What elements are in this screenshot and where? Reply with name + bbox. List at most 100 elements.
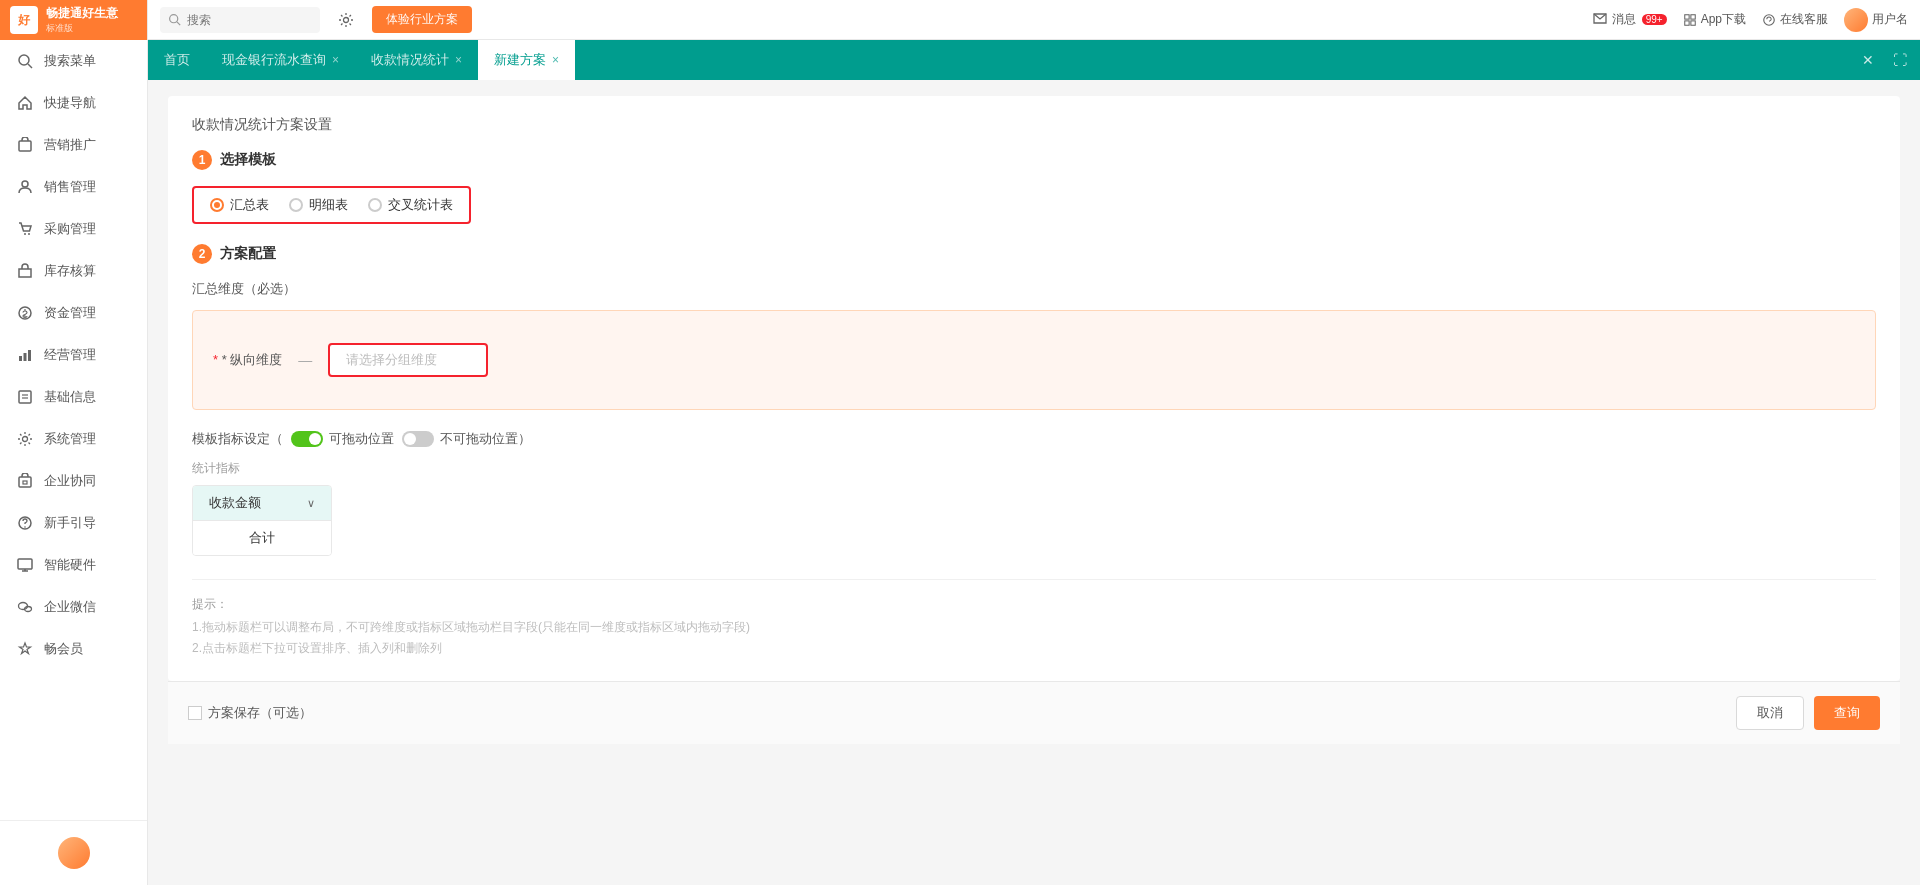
toggle-non-draggable[interactable]: 不可拖动位置） <box>402 430 531 448</box>
radio-summary-label: 汇总表 <box>230 196 269 214</box>
toggle-off-switch[interactable] <box>402 431 434 447</box>
tab-bank-flow[interactable]: 现金银行流水查询 × <box>206 40 355 80</box>
user-avatar-area[interactable] <box>0 829 147 877</box>
query-button[interactable]: 查询 <box>1814 696 1880 730</box>
sidebar-label-guide: 新手引导 <box>44 514 96 532</box>
tab-bank-flow-label: 现金银行流水查询 <box>222 51 326 69</box>
tab-expand-icon[interactable]: ⛶ <box>1888 48 1912 72</box>
user-name-item[interactable]: 用户名 <box>1844 8 1908 32</box>
radio-summary-circle <box>210 198 224 212</box>
toggle-on-switch[interactable] <box>291 431 323 447</box>
sidebar-item-enterprise[interactable]: 企业协同 <box>0 460 147 502</box>
indicator-col-header[interactable]: 收款金额 ∨ <box>193 486 331 521</box>
search-menu-icon <box>16 52 34 70</box>
indicator-table-area: 统计指标 收款金额 ∨ 合计 <box>192 460 1876 559</box>
svg-point-3 <box>22 181 28 187</box>
svg-rect-19 <box>18 559 32 569</box>
sidebar-item-hardware[interactable]: 智能硬件 <box>0 544 147 586</box>
svg-rect-15 <box>19 477 31 487</box>
indicator-title-prefix: 模板指标设定（ <box>192 430 283 448</box>
tab-new-plan[interactable]: 新建方案 × <box>478 40 575 80</box>
sidebar-label-system: 系统管理 <box>44 430 96 448</box>
tab-new-plan-close[interactable]: × <box>552 53 559 67</box>
topbar-avatar <box>1844 8 1868 32</box>
sidebar-item-inventory[interactable]: 库存核算 <box>0 250 147 292</box>
svg-point-14 <box>23 437 28 442</box>
vertical-label-text: * 纵向维度 <box>222 352 283 367</box>
sidebar-item-search-menu[interactable]: 搜索菜单 <box>0 40 147 82</box>
col-dropdown-arrow-icon[interactable]: ∨ <box>307 497 315 510</box>
dimension-placeholder: 请选择分组维度 <box>346 352 437 367</box>
app-download-item[interactable]: App下载 <box>1683 11 1746 28</box>
svg-rect-9 <box>24 353 27 361</box>
vertical-dimension-label: * * 纵向维度 <box>213 351 282 369</box>
section1-num: 1 <box>192 150 212 170</box>
radio-detail-circle <box>289 198 303 212</box>
radio-cross-circle <box>368 198 382 212</box>
cancel-button[interactable]: 取消 <box>1736 696 1804 730</box>
radio-summary[interactable]: 汇总表 <box>210 196 269 214</box>
sidebar-item-system[interactable]: 系统管理 <box>0 418 147 460</box>
section2-num: 2 <box>192 244 212 264</box>
system-icon <box>16 430 34 448</box>
sidebar-bottom <box>0 820 147 885</box>
tab-home[interactable]: 首页 <box>148 40 206 80</box>
svg-point-0 <box>19 55 29 65</box>
tab-bank-flow-close[interactable]: × <box>332 53 339 67</box>
tabbar: 首页 现金银行流水查询 × 收款情况统计 × 新建方案 × ✕ ⛶ <box>148 40 1920 80</box>
tips-title: 提示： <box>192 596 1876 613</box>
svg-rect-16 <box>23 481 27 484</box>
operations-icon <box>16 346 34 364</box>
save-check[interactable]: 方案保存（可选） <box>188 704 312 722</box>
logo-icon: 好 <box>10 6 38 34</box>
tab-receipt-stats[interactable]: 收款情况统计 × <box>355 40 478 80</box>
tips-section: 提示： 1.拖动标题栏可以调整布局，不可跨维度或指标区域拖动栏目字段(只能在同一… <box>192 579 1876 657</box>
sidebar-item-guide[interactable]: 新手引导 <box>0 502 147 544</box>
sidebar-item-purchase[interactable]: 采购管理 <box>0 208 147 250</box>
sidebar-item-sales[interactable]: 销售管理 <box>0 166 147 208</box>
dimension-select[interactable]: 请选择分组维度 <box>328 343 488 377</box>
sidebar-label-finance: 资金管理 <box>44 304 96 322</box>
toggle-on-label: 可拖动位置 <box>329 430 394 448</box>
industry-plan-button[interactable]: 体验行业方案 <box>372 6 472 33</box>
radio-cross-label: 交叉统计表 <box>388 196 453 214</box>
toggle-draggable[interactable]: 可拖动位置 <box>291 430 394 448</box>
sidebar-item-basic-info[interactable]: 基础信息 <box>0 376 147 418</box>
search-input[interactable] <box>187 13 307 27</box>
topbar-search[interactable] <box>160 7 320 33</box>
indicator-table: 收款金额 ∨ 合计 <box>192 485 332 556</box>
svg-rect-10 <box>28 350 31 361</box>
col-body-text: 合计 <box>249 530 275 545</box>
tab-home-label: 首页 <box>164 51 190 69</box>
save-checkbox[interactable] <box>188 706 202 720</box>
svg-point-18 <box>24 526 26 528</box>
template-radio-group: 汇总表 明细表 交叉统计表 <box>192 186 471 224</box>
tabbar-actions: ✕ ⛶ <box>1856 40 1920 80</box>
logo-text: 畅捷通好生意 <box>46 5 118 22</box>
radio-detail[interactable]: 明细表 <box>289 196 348 214</box>
tab-receipt-stats-close[interactable]: × <box>455 53 462 67</box>
user-name: 用户名 <box>1872 11 1908 28</box>
radio-cross[interactable]: 交叉统计表 <box>368 196 453 214</box>
app-download-label: App下载 <box>1701 11 1746 28</box>
sidebar-item-wechat[interactable]: 企业微信 <box>0 586 147 628</box>
sidebar-item-member[interactable]: 畅会员 <box>0 628 147 670</box>
svg-rect-28 <box>1691 14 1695 18</box>
enterprise-icon <box>16 472 34 490</box>
sidebar-label-member: 畅会员 <box>44 640 83 658</box>
section2-title: 方案配置 <box>220 245 276 263</box>
bottom-section: 方案保存（可选） 取消 查询 <box>168 681 1900 744</box>
sidebar-item-marketing[interactable]: 营销推广 <box>0 124 147 166</box>
dimension-subsection-title: 汇总维度（必选） <box>192 280 1876 298</box>
sidebar-item-finance[interactable]: 资金管理 <box>0 292 147 334</box>
settings-gear-icon[interactable] <box>332 6 360 34</box>
sidebar-item-quick-nav[interactable]: 快捷导航 <box>0 82 147 124</box>
sidebar-item-operations[interactable]: 经营管理 <box>0 334 147 376</box>
tab-new-plan-label: 新建方案 <box>494 51 546 69</box>
online-service-item[interactable]: 在线客服 <box>1762 11 1828 28</box>
svg-line-1 <box>28 64 32 68</box>
section1-title: 选择模板 <box>220 151 276 169</box>
tab-close-all-icon[interactable]: ✕ <box>1856 48 1880 72</box>
dimension-arrow: — <box>298 352 312 368</box>
message-item[interactable]: 消息 99+ <box>1592 11 1667 28</box>
